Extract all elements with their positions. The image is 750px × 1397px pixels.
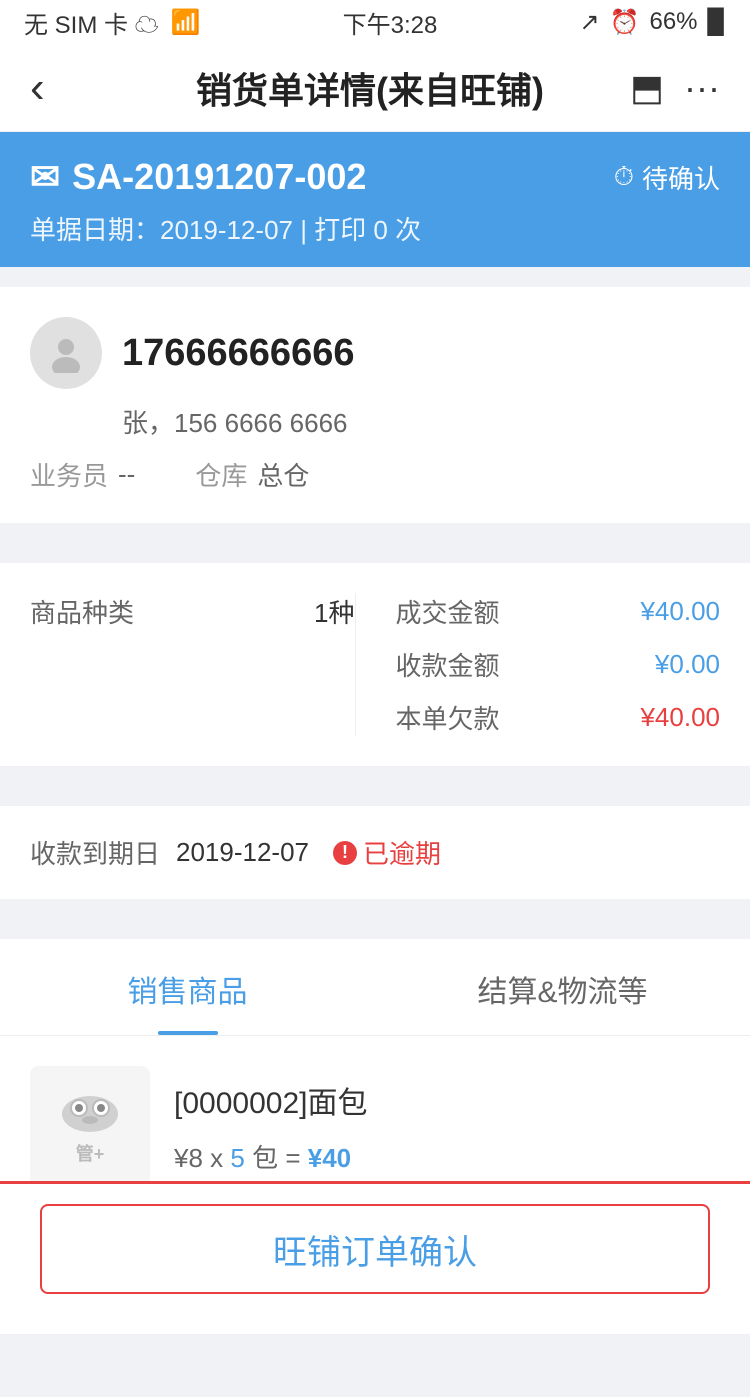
product-type-row: 商品种类 1种 [30, 593, 355, 630]
product-type-label: 商品种类 [30, 593, 134, 630]
warehouse-meta: 仓库 总仓 [195, 456, 309, 493]
order-number: ✉ SA-20191207-002 [30, 156, 366, 198]
product-equals: = [285, 1143, 307, 1173]
order-date: 单据日期：2019-12-07 | 打印 0 次 [30, 210, 720, 247]
stats-left: 商品种类 1种 [30, 593, 356, 736]
salesperson-meta: 业务员 -- [30, 456, 135, 493]
salesperson-value: -- [118, 459, 135, 490]
stats-card: 商品种类 1种 成交金额 ¥40.00 收款金额 ¥0.00 本单欠款 ¥40.… [0, 563, 750, 766]
owed-value: ¥40.00 [640, 702, 720, 733]
received-row: 收款金额 ¥0.00 [396, 646, 721, 683]
overdue-text: 已逾期 [363, 834, 441, 871]
product-qty: 5 [230, 1143, 244, 1173]
product-unit: 包 [252, 1143, 278, 1173]
customer-name: 张，156 6666 6666 [30, 403, 720, 440]
amount-value: ¥40.00 [640, 596, 720, 627]
order-number-text: SA-20191207-002 [72, 156, 366, 198]
product-multiply: x [210, 1143, 230, 1173]
salesperson-label: 业务员 [30, 456, 108, 493]
customer-card: 17666666666 张，156 6666 6666 业务员 -- 仓库 总仓 [0, 287, 750, 523]
tab-sales-product[interactable]: 销售商品 [0, 939, 375, 1035]
order-header: ✉ SA-20191207-002 ⏱ 待确认 单据日期：2019-12-07 … [0, 132, 750, 267]
warehouse-value: 总仓 [257, 456, 309, 493]
order-status: ⏱ 待确认 [614, 159, 720, 196]
bottom-btn-wrap: 旺铺订单确认 [0, 1181, 750, 1334]
location-icon: ↗ [579, 8, 599, 37]
tabs: 销售商品 结算&物流等 [0, 939, 750, 1036]
back-button[interactable]: ‹ [30, 63, 45, 113]
amount-row: 成交金额 ¥40.00 [396, 593, 721, 630]
divider-3 [0, 899, 750, 919]
alarm-icon: ⏰ [610, 8, 640, 37]
tab-settlement-logistics[interactable]: 结算&物流等 [375, 939, 750, 1035]
received-value: ¥0.00 [655, 649, 720, 680]
tab-underline [158, 1031, 218, 1035]
clock-icon: ⏱ [614, 161, 634, 193]
nav-bar: ‹ 销货单详情(来自旺铺) ⬒ ··· [0, 44, 750, 132]
amount-label: 成交金额 [396, 593, 500, 630]
no-sim-text: 无 SIM 卡 ☁ [24, 5, 159, 40]
product-info: [0000002]面包 ¥8 x 5 包 = ¥40 [174, 1078, 720, 1175]
product-price: ¥8 x 5 包 = ¥40 [174, 1138, 720, 1175]
product-name: [0000002]面包 [174, 1078, 720, 1122]
page-title: 销货单详情(来自旺铺) [110, 62, 630, 114]
owed-row: 本单欠款 ¥40.00 [396, 699, 721, 736]
order-header-top: ✉ SA-20191207-002 ⏱ 待确认 [30, 156, 720, 198]
battery-icon: ▉ [708, 8, 726, 37]
confirm-order-label: 旺铺订单确认 [273, 1225, 477, 1274]
divider-1 [0, 523, 750, 543]
wifi-icon: 📶 [171, 8, 201, 37]
product-unit-price: ¥8 [174, 1143, 203, 1173]
product-type-value: 1种 [314, 593, 354, 630]
status-bar-right: ↗ ⏰ 66% ▉ [579, 8, 726, 37]
warehouse-label: 仓库 [195, 456, 247, 493]
nav-right: ⬒ ··· [630, 67, 720, 109]
overdue-warning-icon: ! [333, 841, 357, 865]
nav-left: ‹ [30, 63, 110, 113]
product-thumbnail: 管+ [30, 1066, 150, 1186]
customer-phone: 17666666666 [122, 332, 354, 375]
battery-text: 66% [649, 8, 697, 36]
share-button[interactable]: ⬒ [630, 67, 664, 109]
due-date-value: 2019-12-07 [176, 837, 309, 868]
customer-top: 17666666666 [30, 317, 720, 389]
received-label: 收款金额 [396, 646, 500, 683]
product-total: ¥40 [308, 1143, 351, 1173]
avatar [30, 317, 102, 389]
customer-meta: 业务员 -- 仓库 总仓 [30, 456, 720, 493]
due-date-card: 收款到期日 2019-12-07 ! 已逾期 [0, 806, 750, 899]
status-text: 待确认 [642, 159, 720, 196]
status-time: 下午3:28 [343, 5, 438, 40]
confirm-order-button[interactable]: 旺铺订单确认 [40, 1204, 710, 1294]
overdue-badge: ! 已逾期 [333, 834, 441, 871]
tab-sales-product-label: 销售商品 [128, 976, 248, 1009]
product-logo: 管+ [54, 1086, 126, 1166]
inbox-icon: ✉ [30, 156, 60, 198]
stats-right: 成交金额 ¥40.00 收款金额 ¥0.00 本单欠款 ¥40.00 [356, 593, 721, 736]
tab-settlement-logistics-label: 结算&物流等 [477, 976, 647, 1009]
owed-label: 本单欠款 [396, 699, 500, 736]
due-date-label: 收款到期日 [30, 834, 160, 871]
more-button[interactable]: ··· [684, 67, 720, 109]
status-bar-left: 无 SIM 卡 ☁ 📶 [24, 5, 201, 40]
divider-2 [0, 766, 750, 786]
product-logo-text: 管+ [76, 1140, 105, 1166]
status-bar: 无 SIM 卡 ☁ 📶 下午3:28 ↗ ⏰ 66% ▉ [0, 0, 750, 44]
